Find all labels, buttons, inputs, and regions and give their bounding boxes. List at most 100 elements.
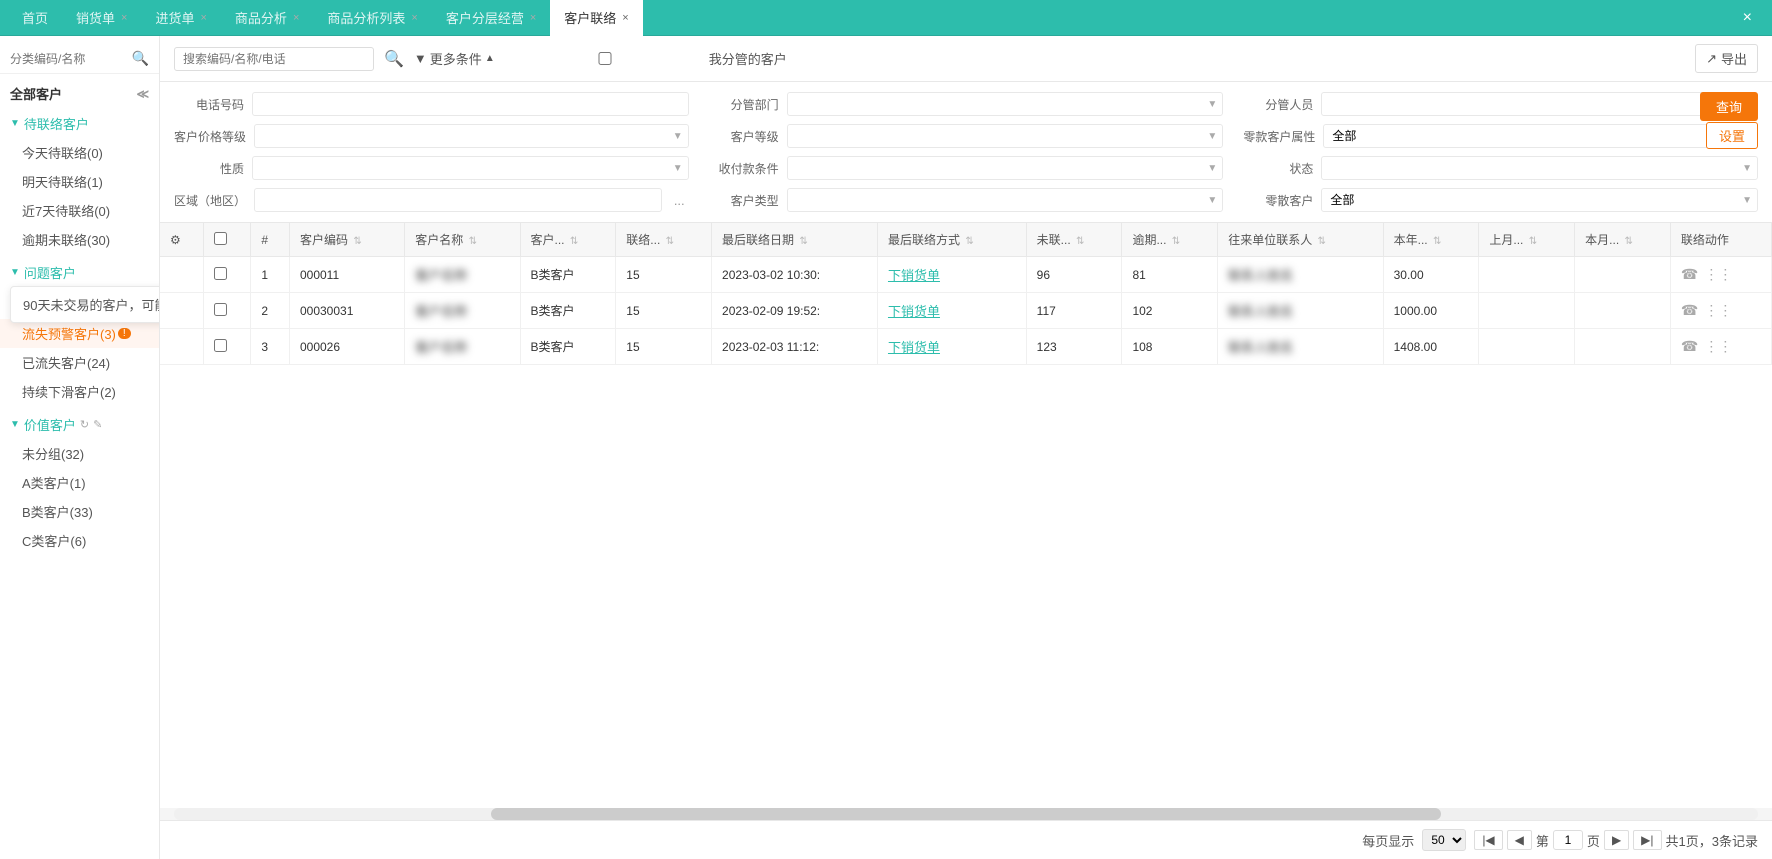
action-contact-icon[interactable]: ☎ — [1681, 266, 1698, 283]
col-type[interactable]: 客户... ⇅ — [520, 223, 616, 257]
sidebar-item-churn-warning[interactable]: 流失预警客户(3) ! — [0, 319, 159, 348]
query-button[interactable]: 查询 — [1700, 92, 1758, 121]
col-name[interactable]: 客户名称 ⇅ — [405, 223, 520, 257]
select-all-checkbox[interactable] — [214, 232, 227, 245]
customer-type-label: 客户类型 — [709, 192, 779, 209]
search-button[interactable]: 🔍 — [384, 49, 404, 69]
row-checkbox-cell — [204, 257, 251, 293]
col-last-date[interactable]: 最后联络日期 ⇅ — [712, 223, 878, 257]
tab-customer-contact-close[interactable]: × — [622, 12, 628, 24]
tab-customer-tier[interactable]: 客户分层经营 × — [432, 0, 550, 36]
sidebar-item-7days[interactable]: 近7天待联络(0) — [0, 196, 159, 225]
payment-label: 收付款条件 — [709, 160, 779, 177]
row-checkbox[interactable] — [214, 267, 227, 280]
sidebar-item-overdue[interactable]: 逾期未联络(30) — [0, 225, 159, 254]
sidebar-item-ungrouped[interactable]: 未分组(32) — [0, 439, 159, 468]
tab-home[interactable]: 首页 — [8, 0, 62, 36]
customer-level-select[interactable] — [787, 124, 1224, 148]
sidebar-group-problem-title[interactable]: ▼ 问题客户 — [0, 258, 159, 287]
prev-page-button[interactable]: ◀ — [1507, 830, 1532, 850]
page-input[interactable] — [1553, 830, 1583, 850]
col-last-method[interactable]: 最后联络方式 ⇅ — [877, 223, 1026, 257]
col-unit-contact[interactable]: 往来单位联系人 ⇅ — [1218, 223, 1383, 257]
sidebar-item-today[interactable]: 今天待联络(0) — [0, 138, 159, 167]
sidebar-item-class-a[interactable]: A类客户(1) — [0, 468, 159, 497]
horizontal-scrollbar[interactable] — [174, 808, 1758, 820]
row-action: ☎ ⋮⋮ — [1670, 257, 1771, 293]
area-dots[interactable]: ... — [670, 193, 689, 208]
next-page-button[interactable]: ▶ — [1604, 830, 1629, 850]
sidebar-item-class-b[interactable]: B类客户(33) — [0, 497, 159, 526]
row-last-date: 2023-03-02 10:30: — [712, 257, 878, 293]
customer-type-select[interactable] — [787, 188, 1224, 212]
dept-select[interactable] — [787, 92, 1224, 116]
area-input[interactable] — [254, 188, 662, 212]
sidebar-group-pending-title[interactable]: ▼ 待联络客户 — [0, 109, 159, 138]
tab-purchase[interactable]: 进货单 × — [141, 0, 220, 36]
payment-select[interactable] — [787, 156, 1224, 180]
settings-button[interactable]: 设置 — [1706, 122, 1758, 149]
action-more-icon[interactable]: ⋮⋮ — [1704, 266, 1732, 283]
sidebar-search-input[interactable] — [10, 52, 128, 66]
export-button[interactable]: ↗ 导出 — [1695, 44, 1758, 73]
zero-attr-select[interactable]: 全部 — [1323, 124, 1758, 148]
window-close-button[interactable]: × — [1731, 9, 1764, 27]
row-last-method[interactable]: 下销货单 — [877, 329, 1026, 365]
pagination: |◀ ◀ 第 页 ▶ ▶| 共1页，3条记录 — [1474, 830, 1758, 850]
sidebar-item-declining[interactable]: 持续下滑客户(2) — [0, 377, 159, 406]
price-level-select[interactable] — [254, 124, 689, 148]
tab-customer-tier-close[interactable]: × — [530, 12, 536, 24]
gender-label: 性质 — [174, 160, 244, 177]
col-contact[interactable]: 联络... ⇅ — [616, 223, 712, 257]
gender-select-wrap: ▼ — [252, 156, 689, 180]
value-edit-icon[interactable]: ✎ — [93, 418, 102, 431]
my-customers-checkbox[interactable] — [505, 52, 705, 65]
tab-sales[interactable]: 销货单 × — [62, 0, 141, 36]
row-contact: 15 — [616, 293, 712, 329]
col-settings[interactable]: ⚙ — [160, 223, 204, 257]
my-customers-checkbox-label[interactable]: 我分管的客户 — [505, 49, 787, 68]
col-this-year[interactable]: 本年... ⇅ — [1383, 223, 1479, 257]
tab-analysis-list-close[interactable]: × — [411, 12, 417, 24]
last-page-button[interactable]: ▶| — [1633, 830, 1661, 850]
value-refresh-icon[interactable]: ↻ — [80, 418, 89, 431]
sidebar-item-churned[interactable]: 已流失客户(24) — [0, 348, 159, 377]
col-last-month[interactable]: 上月... ⇅ — [1479, 223, 1575, 257]
tab-purchase-close[interactable]: × — [200, 12, 206, 24]
action-contact-icon[interactable]: ☎ — [1681, 338, 1698, 355]
action-more-icon[interactable]: ⋮⋮ — [1704, 302, 1732, 319]
col-code[interactable]: 客户编码 ⇅ — [289, 223, 404, 257]
first-page-button[interactable]: |◀ — [1474, 830, 1502, 850]
action-contact-icon[interactable]: ☎ — [1681, 302, 1698, 319]
tab-customer-contact[interactable]: 客户联络 × — [550, 0, 642, 36]
status-select[interactable] — [1321, 156, 1758, 180]
col-overdue[interactable]: 逾期... ⇅ — [1122, 223, 1218, 257]
per-page-select[interactable]: 50 — [1422, 829, 1466, 851]
tab-sales-close[interactable]: × — [121, 12, 127, 24]
phone-input[interactable] — [252, 92, 689, 116]
sidebar-item-tomorrow[interactable]: 明天待联络(1) — [0, 167, 159, 196]
col-action: 联络动作 — [1670, 223, 1771, 257]
more-conditions-link[interactable]: ▼ 更多条件 ▲ — [414, 49, 495, 68]
tab-analysis-close[interactable]: × — [293, 12, 299, 24]
row-checkbox-cell — [204, 293, 251, 329]
row-checkbox[interactable] — [214, 303, 227, 316]
col-this-month[interactable]: 本月... ⇅ — [1575, 223, 1671, 257]
row-unit-contact: 联系人姓名 — [1218, 293, 1383, 329]
action-more-icon[interactable]: ⋮⋮ — [1704, 338, 1732, 355]
tab-analysis[interactable]: 商品分析 × — [221, 0, 313, 36]
zero-customer-select[interactable]: 全部 — [1321, 188, 1758, 212]
sidebar-all-customers[interactable]: 全部客户 ≪ — [0, 78, 159, 109]
filter-row-phone: 电话号码 — [174, 92, 689, 116]
row-checkbox[interactable] — [214, 339, 227, 352]
sidebar-group-value-title[interactable]: ▼ 价值客户 ↻ ✎ — [0, 410, 159, 439]
search-input[interactable] — [174, 47, 374, 71]
row-code: 000011 — [289, 257, 404, 293]
gender-select[interactable] — [252, 156, 689, 180]
col-not-contacted[interactable]: 未联... ⇅ — [1026, 223, 1122, 257]
sidebar-item-class-c[interactable]: C类客户(6) — [0, 526, 159, 555]
row-last-method[interactable]: 下销货单 — [877, 293, 1026, 329]
row-last-method[interactable]: 下销货单 — [877, 257, 1026, 293]
tab-analysis-list[interactable]: 商品分析列表 × — [313, 0, 431, 36]
manager-input[interactable] — [1321, 92, 1731, 116]
